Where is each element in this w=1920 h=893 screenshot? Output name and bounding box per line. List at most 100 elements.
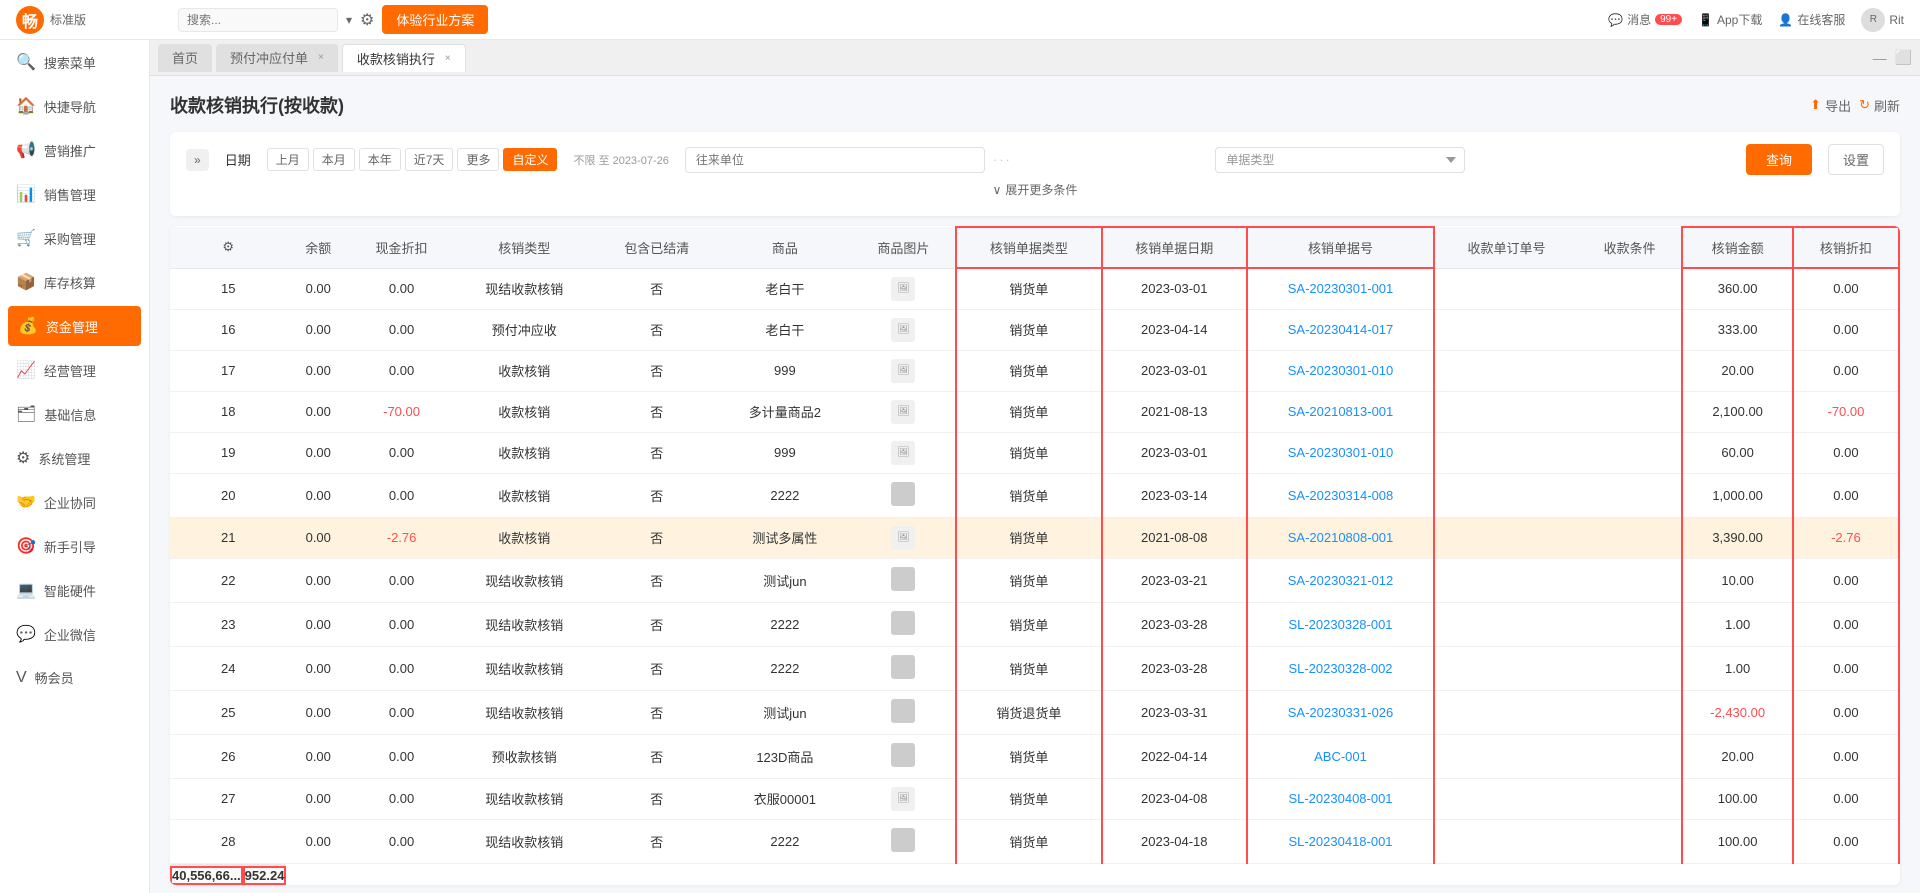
sidebar-item-enterprise[interactable]: 🤝 企业协同	[0, 480, 149, 524]
export-button[interactable]: ⬆ 导出	[1810, 96, 1851, 115]
table-row: 16 0.00 0.00 预付冲应收 否 老白干 🖼 销货单 2023-04-1…	[170, 309, 1899, 350]
date-btn-7days[interactable]: 近7天	[405, 148, 454, 171]
date-btn-thismonth[interactable]: 本月	[313, 148, 355, 171]
sidebar-item-sales[interactable]: 📊 销售管理	[0, 172, 149, 216]
td-doc-no[interactable]: SA-20230321-012	[1247, 558, 1434, 602]
operation-icon: 📈	[16, 360, 36, 380]
sidebar-item-wechat[interactable]: 💬 企业微信	[0, 612, 149, 656]
td-balance: 0.00	[286, 517, 350, 558]
td-order-no	[1434, 602, 1578, 646]
td-doc-no[interactable]: ABC-001	[1247, 734, 1434, 778]
doc-no-link[interactable]: SL-20230418-001	[1288, 834, 1392, 849]
td-discount: 0.00	[1793, 350, 1899, 391]
td-discount: 0.00	[1793, 432, 1899, 473]
sidebar-item-quicknav[interactable]: 🏠 快捷导航	[0, 84, 149, 128]
doc-no-link[interactable]: SA-20210808-001	[1288, 530, 1394, 545]
service-icon: 👤	[1778, 13, 1793, 27]
sidebar-item-hardware[interactable]: 💻 智能硬件	[0, 568, 149, 612]
doc-no-link[interactable]: SA-20230414-017	[1288, 322, 1394, 337]
td-product-img: 🖼	[852, 391, 957, 432]
td-doc-no[interactable]: SA-20230301-010	[1247, 432, 1434, 473]
hardware-icon: 💻	[16, 580, 36, 600]
td-product-img	[852, 602, 957, 646]
doc-no-link[interactable]: SA-20230301-001	[1288, 281, 1394, 296]
refresh-icon: ↻	[1859, 97, 1870, 113]
date-btn-more[interactable]: 更多	[457, 148, 499, 171]
doc-no-link[interactable]: ABC-001	[1314, 749, 1367, 764]
table-row: 28 0.00 0.00 现结收款核销 否 2222 销货单 2023-04-1…	[170, 819, 1899, 863]
filter-expand-btn[interactable]: »	[186, 149, 209, 171]
sidebar-item-finance[interactable]: 💰 资金管理	[8, 306, 141, 346]
td-doc-no[interactable]: SA-20230301-001	[1247, 268, 1434, 309]
date-btn-custom[interactable]: 自定义	[503, 148, 557, 171]
td-product-img: 🖼	[852, 268, 957, 309]
online-service-btn[interactable]: 👤 在线客服	[1778, 11, 1845, 28]
sidebar-label-finance: 资金管理	[46, 317, 98, 336]
th-doc-type: 核销单据类型	[956, 227, 1101, 268]
doc-no-link[interactable]: SA-20230301-010	[1288, 445, 1394, 460]
td-doc-no[interactable]: SA-20230331-026	[1247, 690, 1434, 734]
settings-icon[interactable]: ⚙	[360, 10, 374, 30]
sidebar-item-member[interactable]: V 畅会员	[0, 656, 149, 699]
td-doc-no[interactable]: SA-20230414-017	[1247, 309, 1434, 350]
type-select[interactable]: 单据类型	[1215, 147, 1465, 173]
td-type: 现结收款核销	[453, 690, 595, 734]
message-btn[interactable]: 💬 消息 99+	[1608, 11, 1682, 28]
tab-minimize-btn[interactable]: —	[1873, 50, 1887, 66]
td-doc-no[interactable]: SA-20230314-008	[1247, 473, 1434, 517]
tab-collect[interactable]: 收款核销执行 ×	[342, 44, 466, 72]
td-doc-no[interactable]: SL-20230408-001	[1247, 778, 1434, 819]
user-info[interactable]: R Rit	[1861, 8, 1904, 32]
doc-no-link[interactable]: SA-20230314-008	[1288, 488, 1394, 503]
sidebar-label-enterprise: 企业协同	[44, 493, 96, 512]
refresh-button[interactable]: ↻ 刷新	[1859, 96, 1900, 115]
td-doc-no[interactable]: SL-20230418-001	[1247, 819, 1434, 863]
setting-button[interactable]: 设置	[1828, 144, 1884, 175]
unit-input[interactable]	[685, 147, 985, 173]
top-search-input[interactable]	[178, 8, 338, 32]
td-doc-no[interactable]: SL-20230328-001	[1247, 602, 1434, 646]
doc-no-link[interactable]: SL-20230328-002	[1288, 661, 1392, 676]
tab-collect-close[interactable]: ×	[445, 53, 451, 64]
td-doc-no[interactable]: SA-20230301-010	[1247, 350, 1434, 391]
sidebar-item-system[interactable]: ⚙ 系统管理	[0, 436, 149, 480]
td-doc-type: 销货单	[956, 517, 1101, 558]
doc-no-link[interactable]: SA-20230331-026	[1288, 705, 1394, 720]
sidebar-item-inventory[interactable]: 📦 库存核算	[0, 260, 149, 304]
td-doc-date: 2022-04-14	[1102, 734, 1247, 778]
date-btn-thisyear[interactable]: 本年	[359, 148, 401, 171]
query-button[interactable]: 查询	[1746, 144, 1812, 175]
th-cash-discount: 现金折扣	[350, 227, 453, 268]
doc-no-link[interactable]: SL-20230328-001	[1288, 617, 1392, 632]
sidebar-item-basic[interactable]: 🗂 基础信息	[0, 392, 149, 436]
table-row: 15 0.00 0.00 现结收款核销 否 老白干 🖼 销货单 2023-03-…	[170, 268, 1899, 309]
expand-more-btn[interactable]: ∨ 展开更多条件	[186, 175, 1884, 204]
top-dropdown-arrow[interactable]: ▾	[346, 13, 352, 27]
doc-no-link[interactable]: SA-20230321-012	[1288, 573, 1394, 588]
sidebar-item-newguide[interactable]: 🎯 新手引导	[0, 524, 149, 568]
tab-prepay[interactable]: 预付冲应付单 ×	[216, 44, 338, 72]
doc-no-link[interactable]: SA-20210813-001	[1288, 404, 1394, 419]
product-image	[891, 699, 915, 723]
td-id: 28	[170, 819, 286, 863]
tab-prepay-close[interactable]: ×	[318, 52, 324, 63]
td-doc-no[interactable]: SA-20210813-001	[1247, 391, 1434, 432]
doc-no-link[interactable]: SL-20230408-001	[1288, 791, 1392, 806]
td-doc-no[interactable]: SL-20230328-002	[1247, 646, 1434, 690]
trial-button[interactable]: 体验行业方案	[382, 5, 488, 34]
td-doc-no[interactable]: SA-20210808-001	[1247, 517, 1434, 558]
date-btn-lastmonth[interactable]: 上月	[267, 148, 309, 171]
app-download-btn[interactable]: 📱 App下载	[1698, 11, 1762, 28]
td-settled: 否	[595, 734, 718, 778]
tab-home[interactable]: 首页	[158, 44, 212, 72]
td-settled: 否	[595, 309, 718, 350]
tab-maximize-btn[interactable]: ⬜	[1895, 49, 1912, 66]
sidebar-item-operation[interactable]: 📈 经营管理	[0, 348, 149, 392]
table-row: 22 0.00 0.00 现结收款核销 否 测试jun 销货单 2023-03-…	[170, 558, 1899, 602]
sidebar-item-purchase[interactable]: 🛒 采购管理	[0, 216, 149, 260]
finance-icon: 💰	[18, 316, 38, 336]
sidebar-item-search[interactable]: 🔍 搜索菜单	[0, 40, 149, 84]
sidebar-item-marketing[interactable]: 📢 营销推广	[0, 128, 149, 172]
th-settings[interactable]: ⚙	[170, 227, 286, 268]
doc-no-link[interactable]: SA-20230301-010	[1288, 363, 1394, 378]
